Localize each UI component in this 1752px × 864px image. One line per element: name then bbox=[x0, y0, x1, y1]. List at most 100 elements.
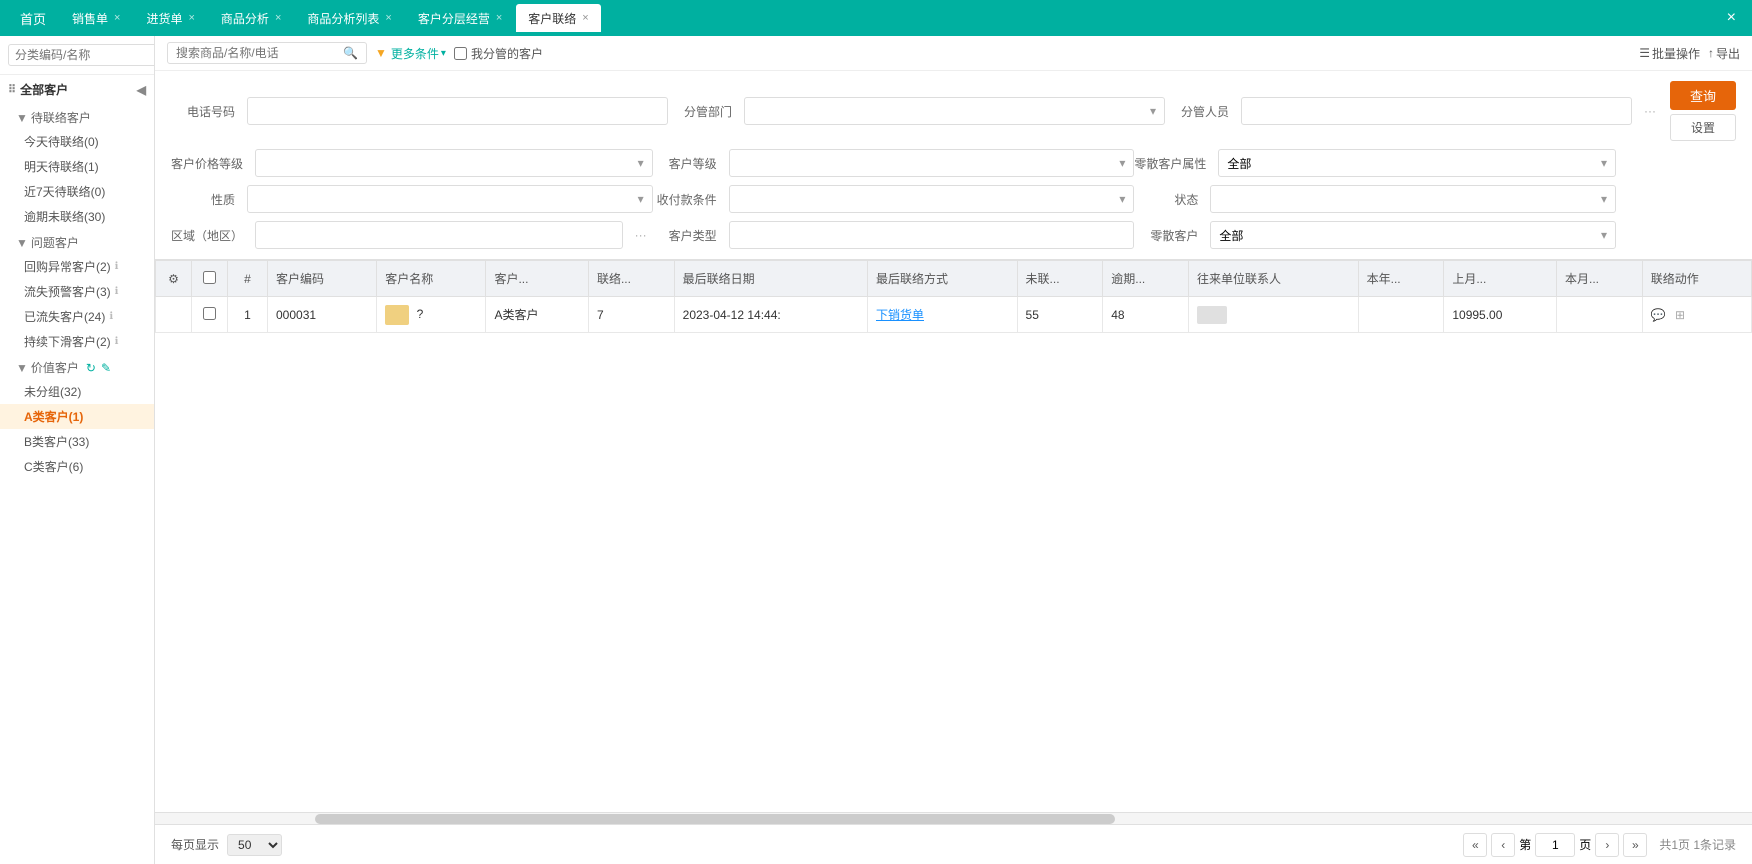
edit-icon[interactable]: ✎ bbox=[101, 361, 111, 375]
next-page-btn[interactable]: › bbox=[1595, 833, 1619, 857]
my-customers-check[interactable] bbox=[454, 47, 467, 60]
row-unit-contact bbox=[1188, 297, 1358, 333]
col-check[interactable] bbox=[192, 261, 228, 297]
nav-home[interactable]: 首页 bbox=[8, 4, 58, 32]
total-info: 共1页 1条记录 bbox=[1659, 836, 1736, 853]
sidebar-item-repurchase-abnormal[interactable]: 回购异常客户(2) ℹ bbox=[0, 254, 154, 279]
settings-button[interactable]: 设置 bbox=[1670, 114, 1736, 141]
page-nav: « ‹ 第 页 › » 共1页 1条记录 bbox=[1463, 833, 1736, 857]
input-phone[interactable] bbox=[247, 97, 668, 125]
sidebar-item-tomorrow[interactable]: 明天待联络(1) bbox=[0, 154, 154, 179]
close-customer-contact-tab[interactable]: × bbox=[582, 12, 588, 24]
horizontal-scrollbar[interactable] bbox=[155, 812, 1752, 824]
chevron-retail: ▾ bbox=[1601, 156, 1607, 170]
nav-tab-customer-contact[interactable]: 客户联络 × bbox=[516, 4, 600, 32]
select-retail-attr[interactable]: 全部 ▾ bbox=[1218, 149, 1616, 177]
first-page-btn[interactable]: « bbox=[1463, 833, 1487, 857]
export-icon: ↑ bbox=[1708, 46, 1714, 60]
col-setting[interactable]: ⚙ bbox=[156, 261, 192, 297]
refresh-icon[interactable]: ↻ bbox=[86, 361, 96, 375]
col-action: 联络动作 bbox=[1642, 261, 1751, 297]
region-dots[interactable]: ··· bbox=[629, 228, 653, 242]
export-btn[interactable]: ↑ 导出 bbox=[1708, 45, 1740, 62]
filter-cell-region: 区域（地区） ··· bbox=[171, 221, 653, 249]
section-pending-contact[interactable]: ▼ 待联络客户 bbox=[0, 104, 154, 129]
scrollbar-thumb[interactable] bbox=[315, 814, 1115, 824]
select-payment[interactable]: ▾ bbox=[729, 185, 1135, 213]
close-purchase-tab[interactable]: × bbox=[188, 12, 194, 24]
section-problem-customers[interactable]: ▼ 问题客户 bbox=[0, 229, 154, 254]
close-customer-tier-tab[interactable]: × bbox=[496, 12, 502, 24]
select-customer-level[interactable]: ▾ bbox=[729, 149, 1135, 177]
nav-tab-sales[interactable]: 销售单 × bbox=[60, 4, 132, 32]
close-analysis-list-tab[interactable]: × bbox=[385, 12, 391, 24]
sidebar-item-overdue[interactable]: 逾期未联络(30) bbox=[0, 204, 154, 229]
sidebar-item-churn-warning[interactable]: 流失预警客户(3) ℹ bbox=[0, 279, 154, 304]
page-size-select[interactable]: 50 20 100 bbox=[227, 834, 282, 856]
input-manager[interactable] bbox=[1241, 97, 1632, 125]
nav-tab-purchase[interactable]: 进货单 × bbox=[134, 4, 206, 32]
more-conditions-btn[interactable]: ▼ 更多条件 ▾ bbox=[375, 45, 446, 62]
query-button[interactable]: 查询 bbox=[1670, 81, 1736, 110]
row-name[interactable]: ? bbox=[377, 297, 486, 333]
section-value-customers[interactable]: ▼ 价值客户 ↻ ✎ bbox=[0, 354, 154, 379]
filter-search-icon[interactable]: 🔍 bbox=[343, 46, 358, 60]
nav-tab-customer-tier[interactable]: 客户分层经营 × bbox=[406, 4, 514, 32]
nav-tab-analysis[interactable]: 商品分析 × bbox=[209, 4, 293, 32]
section-arrow: ▼ bbox=[16, 111, 28, 125]
nav-tab-analysis-list[interactable]: 商品分析列表 × bbox=[295, 4, 403, 32]
chevron-status: ▾ bbox=[1601, 192, 1607, 206]
col-code: 客户编码 bbox=[268, 261, 377, 297]
sidebar-item-c-class[interactable]: C类客户(6) bbox=[0, 454, 154, 479]
row-last-method[interactable]: 下销货单 bbox=[867, 297, 1017, 333]
row-check[interactable] bbox=[192, 297, 228, 333]
col-last-month: 上月... bbox=[1444, 261, 1557, 297]
input-customer-type[interactable] bbox=[729, 221, 1135, 249]
table-header-row: ⚙ # 客户编码 客户名称 客户... 联络... 最后联络日期 最后联络方式 … bbox=[156, 261, 1752, 297]
select-retail-customer[interactable]: 全部 ▾ bbox=[1210, 221, 1616, 249]
last-page-btn[interactable]: » bbox=[1623, 833, 1647, 857]
sidebar-item-a-class[interactable]: A类客户(1) bbox=[0, 404, 154, 429]
select-nature[interactable]: ▾ bbox=[247, 185, 653, 213]
close-sales-tab[interactable]: × bbox=[114, 12, 120, 24]
label-nature: 性质 bbox=[171, 191, 241, 208]
close-all-tabs[interactable]: × bbox=[1719, 9, 1744, 27]
sidebar-item-declining[interactable]: 持续下滑客户(2) ℹ bbox=[0, 329, 154, 354]
manager-dots[interactable]: ··· bbox=[1638, 104, 1662, 118]
col-num: # bbox=[228, 261, 268, 297]
close-analysis-tab[interactable]: × bbox=[275, 12, 281, 24]
sidebar-item-ungrouped[interactable]: 未分组(32) bbox=[0, 379, 154, 404]
filter-bar: 🔍 ▼ 更多条件 ▾ 我分管的客户 ☰ 批量操作 ↑ 导出 bbox=[155, 36, 1752, 71]
filter-cell-customer-level: 客户等级 ▾ bbox=[653, 149, 1135, 177]
chevron-retail-cust: ▾ bbox=[1601, 228, 1607, 242]
chevron-payment: ▾ bbox=[1119, 192, 1125, 206]
row-checkbox[interactable] bbox=[203, 307, 216, 320]
sidebar-item-today[interactable]: 今天待联络(0) bbox=[0, 129, 154, 154]
input-region[interactable] bbox=[255, 221, 623, 249]
row-action[interactable]: 💬 ⊞ bbox=[1642, 297, 1751, 333]
chevron-level: ▾ bbox=[1119, 156, 1125, 170]
sidebar-item-7days[interactable]: 近7天待联络(0) bbox=[0, 179, 154, 204]
page-end: 页 bbox=[1579, 836, 1591, 853]
sidebar-item-b-class[interactable]: B类客户(33) bbox=[0, 429, 154, 454]
page-input[interactable] bbox=[1535, 833, 1575, 857]
select-dept[interactable]: ▾ bbox=[744, 97, 1165, 125]
filter-search-input[interactable] bbox=[176, 46, 343, 60]
all-customers-header[interactable]: ⠿ 全部客户 ◀ bbox=[0, 75, 154, 104]
row-last-date: 2023-04-12 14:44: bbox=[674, 297, 867, 333]
prev-page-btn[interactable]: ‹ bbox=[1491, 833, 1515, 857]
select-price-level[interactable]: ▾ bbox=[255, 149, 653, 177]
info-icon-2: ℹ bbox=[115, 286, 119, 297]
sidebar-search-input[interactable] bbox=[8, 44, 155, 66]
select-status[interactable]: ▾ bbox=[1210, 185, 1616, 213]
qr-icon[interactable]: ⊞ bbox=[1675, 308, 1685, 322]
batch-op-btn[interactable]: ☰ 批量操作 bbox=[1639, 45, 1700, 62]
label-payment: 收付款条件 bbox=[653, 191, 723, 208]
my-customers-checkbox[interactable]: 我分管的客户 bbox=[454, 45, 543, 62]
select-all-checkbox[interactable] bbox=[203, 271, 216, 284]
col-this-month: 本月... bbox=[1557, 261, 1643, 297]
comment-icon[interactable]: 💬 bbox=[1651, 308, 1666, 322]
filter-cell-retail-attr: 零散客户属性 全部 ▾ bbox=[1134, 149, 1616, 177]
sidebar-item-churned[interactable]: 已流失客户(24) ℹ bbox=[0, 304, 154, 329]
filter-cell-customer-type: 客户类型 bbox=[653, 221, 1135, 249]
